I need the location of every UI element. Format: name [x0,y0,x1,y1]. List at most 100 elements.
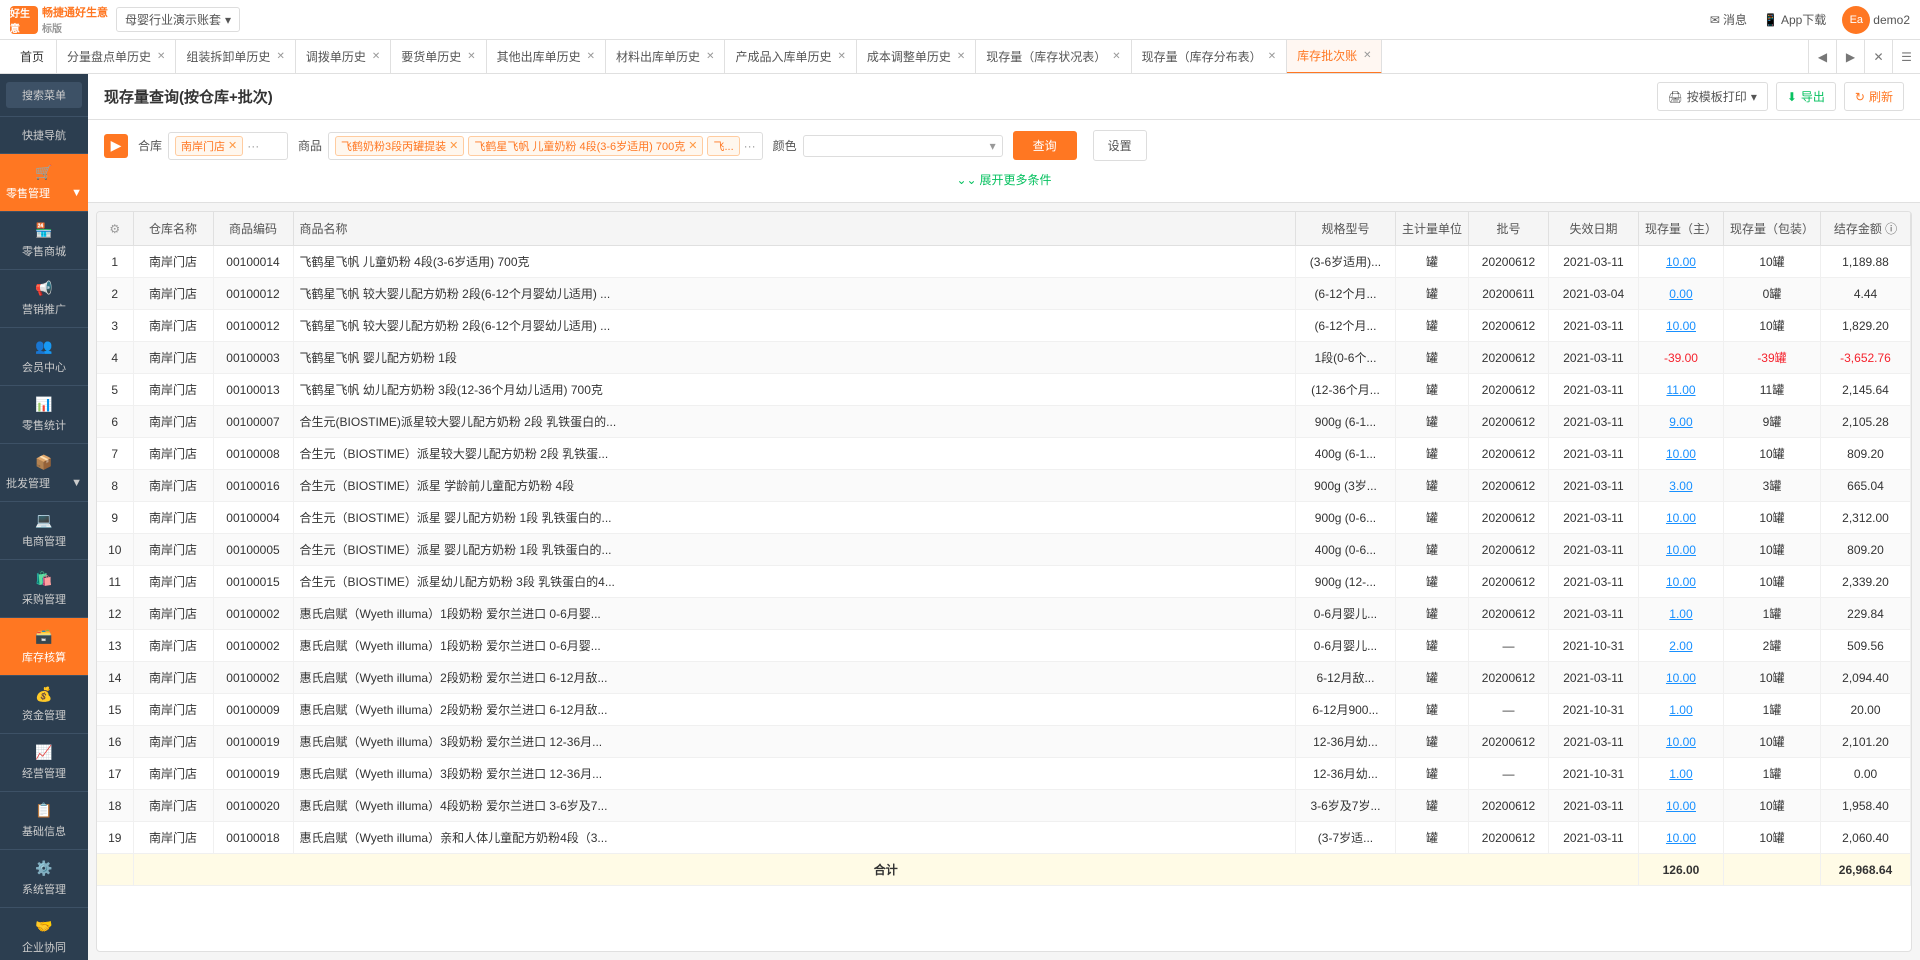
sidebar-item-operations[interactable]: 📈 经营管理 [0,734,88,792]
tab-close-icon[interactable]: ✕ [372,51,380,62]
tab-bar: 首页 分量盘点单历史 ✕ 组装拆卸单历史 ✕ 调拨单历史 ✕ 要货单历史 ✕ 其… [0,40,1920,74]
cell-stock-main[interactable]: 10.00 [1638,566,1723,598]
tab-cailiaochuku[interactable]: 材料出库单历史 ✕ [606,40,725,74]
cell-stock-main[interactable]: 10.00 [1638,502,1723,534]
export-button[interactable]: ⬇ 导出 [1776,82,1836,111]
tab-close-icon[interactable]: ✕ [1112,51,1120,62]
cell-stock-main[interactable]: 10.00 [1638,822,1723,854]
sidebar-item-system[interactable]: ⚙️ 系统管理 [0,850,88,908]
color-filter-tags[interactable]: ▾ [803,135,1003,157]
sidebar-item-purchase[interactable]: 🛍️ 采购管理 [0,560,88,618]
tab-xiancunliang-fenbiao[interactable]: 现存量（库存分布表） ✕ [1132,40,1287,74]
tab-close-icon[interactable]: ✕ [837,51,845,62]
sidebar-item-basic-info[interactable]: 📋 基础信息 [0,792,88,850]
quick-nav-button[interactable]: 快捷导航 [6,123,82,147]
cell-stock-main[interactable]: 1.00 [1638,694,1723,726]
cell-stock-main[interactable]: 2.00 [1638,630,1723,662]
message-button[interactable]: ✉ 消息 [1710,11,1747,28]
tab-next-button[interactable]: ▶ [1836,40,1864,74]
search-menu-button[interactable]: 搜索菜单 [6,82,82,108]
tab-close-icon[interactable]: ✕ [1268,51,1276,62]
tab-kucunpicizhanag[interactable]: 库存批次账 ✕ [1287,40,1382,74]
refresh-button[interactable]: ↻ 刷新 [1844,82,1904,111]
tab-close-icon[interactable]: ✕ [957,51,965,62]
expand-conditions-button[interactable]: ⌄⌄ 展开更多条件 [956,171,1051,188]
cell-stock-main[interactable]: 1.00 [1638,598,1723,630]
cell-stock-main[interactable]: 10.00 [1638,790,1723,822]
more-warehouses-button[interactable]: ··· [247,139,259,153]
tab-prev-button[interactable]: ◀ [1808,40,1836,74]
warehouse-filter-tags[interactable]: 南岸门店 ✕ ··· [168,132,288,160]
product-tag-1[interactable]: 飞鹤奶粉3段丙罐提装 ✕ [335,136,464,156]
cell-stock-main[interactable]: 10.00 [1638,310,1723,342]
cell-batch: 20200612 [1468,822,1548,854]
user-menu[interactable]: Ea demo2 [1842,6,1910,34]
warehouse-tag[interactable]: 南岸门店 ✕ [175,136,243,156]
cell-spec: (3-7岁适... [1295,822,1395,854]
sidebar-item-members[interactable]: 👥 会员中心 [0,328,88,386]
remove-product-tag-1[interactable]: ✕ [449,139,458,152]
cell-stock-main[interactable]: 10.00 [1638,438,1723,470]
cell-stock-main[interactable]: 10.00 [1638,534,1723,566]
chevron-down-icon: ▾ [990,139,996,153]
tab-close-icon[interactable]: ✕ [706,51,714,62]
sidebar-item-wholesale[interactable]: 📦 批发管理 ▼ [0,444,88,502]
tab-close-icon[interactable]: ✕ [587,51,595,62]
table-row: 3 南岸门店 00100012 飞鹤星飞帆 较大婴儿配方奶粉 2段(6-12个月… [97,310,1911,342]
tab-home[interactable]: 首页 [8,40,57,74]
tab-close-all-button[interactable]: ✕ [1864,40,1892,74]
cell-name: 飞鹤星飞帆 较大婴儿配方奶粉 2段(6-12个月婴幼儿适用) ... [293,278,1295,310]
sidebar-item-shop[interactable]: 🏪 零售商城 [0,212,88,270]
chevron-down-icon: ▾ [1751,90,1757,104]
tab-qitachuku[interactable]: 其他出库单历史 ✕ [487,40,606,74]
tab-diaobo[interactable]: 调拨单历史 ✕ [296,40,391,74]
query-button[interactable]: 查询 [1013,131,1077,160]
remove-product-tag-2[interactable]: ✕ [688,139,697,152]
tab-fenliangpandian[interactable]: 分量盘点单历史 ✕ [57,40,176,74]
print-button[interactable]: 🖨 按模板打印 ▾ [1657,82,1768,111]
cell-stock-main[interactable]: 9.00 [1638,406,1723,438]
sidebar-item-marketing[interactable]: 📢 营销推广 [0,270,88,328]
tab-chengbentiaozheng[interactable]: 成本调整单历史 ✕ [857,40,976,74]
table-row: 4 南岸门店 00100003 飞鹤星飞帆 婴儿配方奶粉 1段 1段(0-6个.… [97,342,1911,374]
cell-balance: 2,094.40 [1821,662,1911,694]
sidebar-item-collab[interactable]: 🤝 企业协同 [0,908,88,960]
cell-stock-main[interactable]: 1.00 [1638,758,1723,790]
app-download-button[interactable]: 📱 App下载 [1763,11,1826,28]
cell-stock-main[interactable]: 3.00 [1638,470,1723,502]
cell-warehouse: 南岸门店 [133,374,213,406]
tab-zuzhangchaijian[interactable]: 组装拆卸单历史 ✕ [176,40,295,74]
settings-icon[interactable]: ⚙ [109,222,120,236]
store-selector[interactable]: 母婴行业演示账套 ▾ [116,7,240,32]
cell-stock-main[interactable]: 10.00 [1638,246,1723,278]
tab-menu-button[interactable]: ☰ [1892,40,1920,74]
remove-warehouse-tag[interactable]: ✕ [228,139,237,152]
cell-stock-main[interactable]: 11.00 [1638,374,1723,406]
tab-close-icon[interactable]: ✕ [467,51,475,62]
sidebar-item-retail[interactable]: 🛒 零售管理 ▼ [0,154,88,212]
cell-expire: 2021-03-11 [1548,310,1638,342]
more-products-button[interactable]: ··· [744,139,756,153]
cell-stock-main[interactable]: 10.00 [1638,662,1723,694]
cell-stock-main[interactable]: 10.00 [1638,726,1723,758]
sidebar-item-ecommerce[interactable]: 💻 电商管理 [0,502,88,560]
filter-nav-button[interactable]: ▶ [104,134,128,158]
cell-stock-main[interactable]: 0.00 [1638,278,1723,310]
sidebar-item-finance[interactable]: 💰 资金管理 [0,676,88,734]
tab-close-icon[interactable]: ✕ [157,51,165,62]
product-filter-tags[interactable]: 飞鹤奶粉3段丙罐提装 ✕ 飞鹤星飞帆 儿童奶粉 4段(3-6岁适用) 700克 … [328,132,763,160]
sidebar-item-inventory[interactable]: 🗃️ 库存核算 [0,618,88,676]
tab-close-icon[interactable]: ✕ [276,51,284,62]
filter-warehouse: 合库 南岸门店 ✕ ··· [138,132,288,160]
table-header-row: ⚙ 仓库名称 商品编码 商品名称 规格型号 主计量单位 批号 失效日期 现存量（… [97,212,1911,246]
tab-close-icon[interactable]: ✕ [1363,50,1371,61]
product-tag-3[interactable]: 飞... [707,136,739,156]
tab-xiancunliang-zhuangtai[interactable]: 现存量（库存状况表） ✕ [976,40,1131,74]
setting-button[interactable]: 设置 [1093,130,1147,161]
tab-yaohuo[interactable]: 要货单历史 ✕ [391,40,486,74]
tab-chanchengpinruku[interactable]: 产成品入库单历史 ✕ [725,40,856,74]
total-label-empty [97,854,133,886]
sidebar-item-stats[interactable]: 📊 零售统计 [0,386,88,444]
product-tag-2[interactable]: 飞鹤星飞帆 儿童奶粉 4段(3-6岁适用) 700克 ✕ [468,136,703,156]
marketing-icon: 📢 [35,280,52,297]
